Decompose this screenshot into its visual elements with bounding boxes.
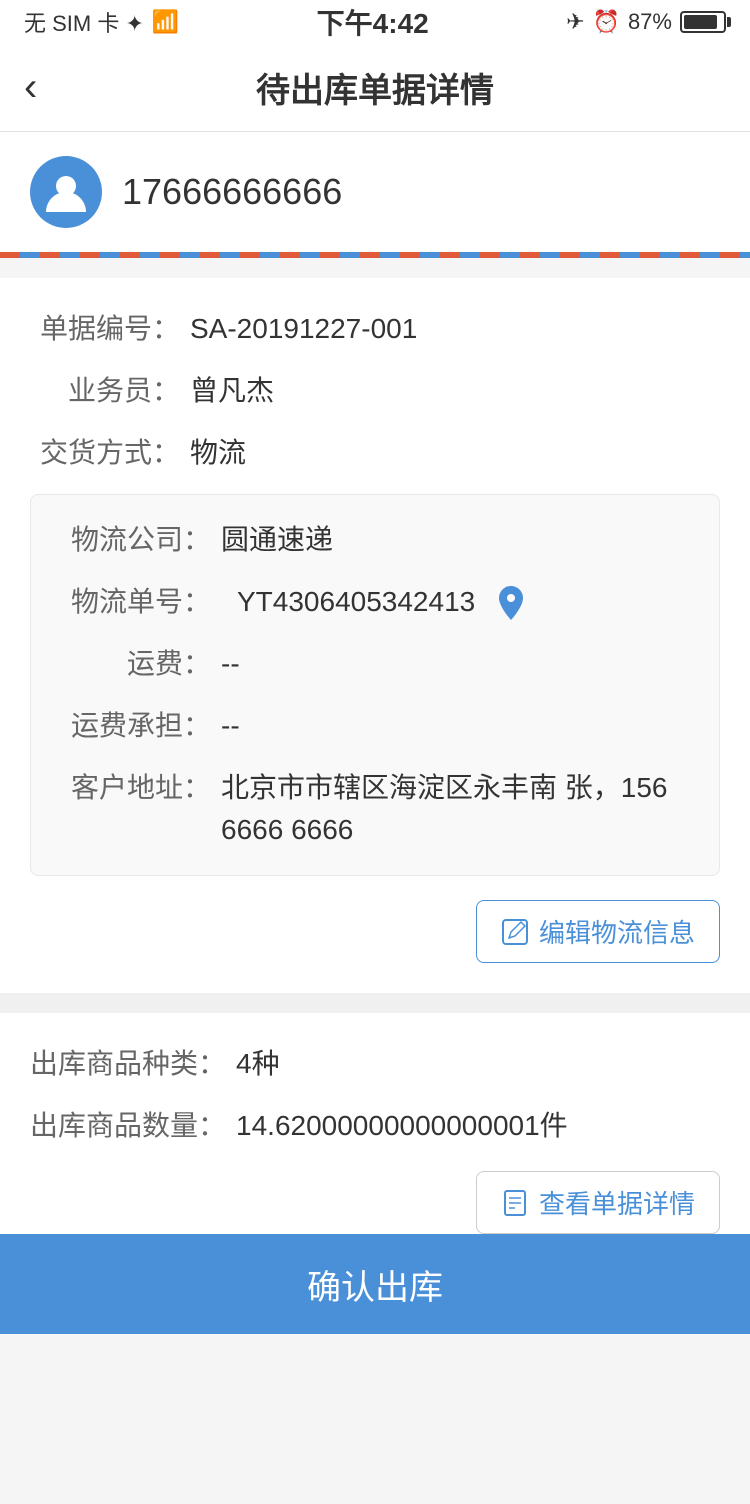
alarm-icon: ⏰ [593,9,620,35]
info-row-freight-bear: 运费承担： -- [61,705,689,747]
stats-section: 出库商品种类： 4种 出库商品数量： 14.62000000000000001件… [0,1013,750,1264]
status-left: 无 SIM 卡 ✦ 📶 [24,6,179,38]
location-pin-icon[interactable] [491,582,531,622]
info-row-number: 单据编号： SA-20191227-001 [30,308,720,350]
avatar-icon [42,168,90,216]
confirm-outbound-bar[interactable]: 确认出库 [0,1234,750,1334]
basic-info-section: 单据编号： SA-20191227-001 业务员： 曾凡杰 交货方式： 物流 … [0,278,750,993]
battery-fill [684,15,717,29]
back-button[interactable]: ‹ [24,65,37,110]
document-icon [501,1189,529,1217]
info-row-delivery: 交货方式： 物流 [30,432,720,474]
battery-icon [680,11,726,33]
edit-icon [501,918,529,946]
value-delivery: 物流 [190,432,720,474]
status-time: 下午4:42 [317,2,429,42]
label-address: 客户地址： [61,767,221,809]
edit-logistics-btn-area: 编辑物流信息 [30,900,720,963]
dashed-divider [0,252,750,258]
view-details-btn-area: 查看单据详情 [30,1171,720,1234]
value-agent: 曾凡杰 [190,370,720,412]
value-company: 圆通速递 [221,519,689,561]
edit-logistics-label: 编辑物流信息 [539,913,695,950]
nav-bar: ‹ 待出库单据详情 [0,44,750,132]
logistics-card: 物流公司： 圆通速递 物流单号： YT4306405342413 运费： -- … [30,494,720,876]
battery-percent: 87% [628,9,672,35]
info-row-address: 客户地址： 北京市市辖区海淀区永丰南 张，156 6666 6666 [61,767,689,851]
user-phone: 17666666666 [122,171,342,213]
user-header: 17666666666 [0,132,750,252]
view-details-button[interactable]: 查看单据详情 [476,1171,720,1234]
label-delivery: 交货方式： [30,432,190,474]
status-right: ✈ ⏰ 87% [566,9,726,35]
value-tracking: YT4306405342413 [237,581,475,623]
info-row-company: 物流公司： 圆通速递 [61,519,689,561]
label-qty: 出库商品数量： [30,1105,236,1147]
label-freight-bear: 运费承担： [61,705,221,747]
gray-separator [0,993,750,1013]
value-types: 4种 [236,1043,720,1085]
value-qty: 14.62000000000000001件 [236,1105,720,1147]
sim-status: 无 SIM 卡 ✦ [24,6,144,38]
label-tracking: 物流单号： [61,581,221,623]
confirm-outbound-label: 确认出库 [307,1260,443,1309]
location-status-icon: ✈ [566,9,584,35]
edit-logistics-button[interactable]: 编辑物流信息 [476,900,720,963]
status-bar: 无 SIM 卡 ✦ 📶 下午4:42 ✈ ⏰ 87% [0,0,750,44]
value-freight: -- [221,643,689,685]
value-address: 北京市市辖区海淀区永丰南 张，156 6666 6666 [221,767,689,851]
page-title: 待出库单据详情 [256,63,494,112]
info-row-freight: 运费： -- [61,643,689,685]
label-types: 出库商品种类： [30,1043,236,1085]
info-row-tracking: 物流单号： YT4306405342413 [61,581,689,623]
wifi-icon: 📶 [152,9,179,35]
info-row-types: 出库商品种类： 4种 [30,1043,720,1085]
label-company: 物流公司： [61,519,221,561]
info-row-qty: 出库商品数量： 14.62000000000000001件 [30,1105,720,1147]
avatar [30,156,102,228]
label-agent: 业务员： [30,370,190,412]
info-row-agent: 业务员： 曾凡杰 [30,370,720,412]
label-number: 单据编号： [30,308,190,350]
view-details-label: 查看单据详情 [539,1184,695,1221]
value-freight-bear: -- [221,705,689,747]
value-number: SA-20191227-001 [190,308,720,350]
label-freight: 运费： [61,643,221,685]
